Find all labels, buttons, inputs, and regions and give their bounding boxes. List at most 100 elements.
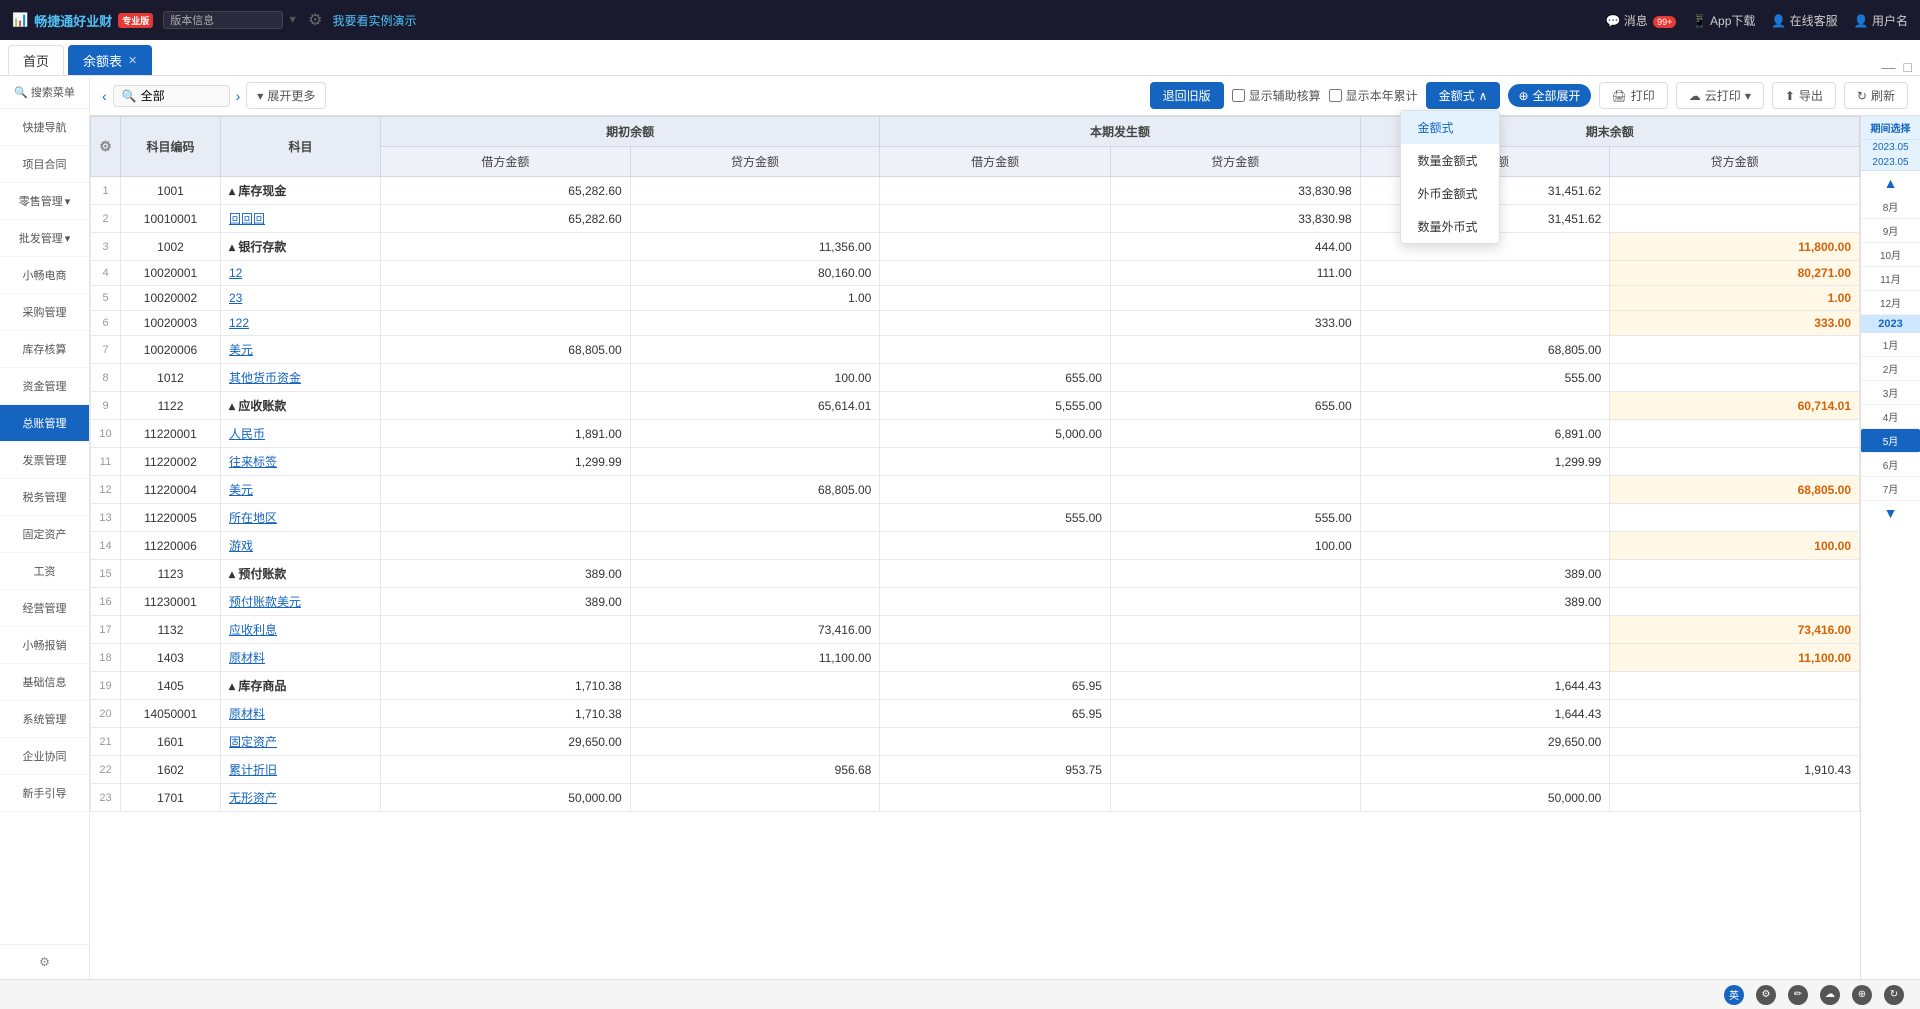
version-selector[interactable]: ▼	[163, 11, 298, 29]
tab-balance[interactable]: 余额表 ✕	[68, 45, 152, 75]
account-name-link[interactable]: 其他货币资金	[229, 371, 301, 385]
bottom-icon-4[interactable]: ☁	[1820, 985, 1840, 1005]
table-row[interactable]: 18 1403 原材料 11,100.00 11,100.00	[91, 644, 1860, 672]
sidebar-item-invoice[interactable]: 发票管理	[0, 442, 89, 479]
cell-name[interactable]: 应收利息	[221, 616, 381, 644]
table-row[interactable]: 12 11220004 美元 68,805.00 68,805.00	[91, 476, 1860, 504]
table-row[interactable]: 7 10020006 美元 68,805.00 68,805.00	[91, 336, 1860, 364]
cell-name[interactable]: 23	[221, 286, 381, 311]
return-old-btn[interactable]: 退回旧版	[1150, 82, 1224, 109]
account-name-link[interactable]: 122	[229, 316, 249, 330]
cell-name[interactable]: 累计折旧	[221, 756, 381, 784]
period-9[interactable]: 9月	[1861, 219, 1920, 243]
table-row[interactable]: 16 11230001 预付账款美元 389.00 389.00	[91, 588, 1860, 616]
cell-name[interactable]: 回回回	[221, 205, 381, 233]
period-3[interactable]: 3月	[1861, 381, 1920, 405]
period-5[interactable]: 5月	[1861, 429, 1920, 453]
format-btn[interactable]: 金额式 ∧	[1426, 82, 1501, 109]
table-row[interactable]: 9 1122 ▴ 应收账款 65,614.01 5,555.00 655.00 …	[91, 392, 1860, 420]
sidebar-item-salary[interactable]: 工资	[0, 553, 89, 590]
cell-name[interactable]: 所在地区	[221, 504, 381, 532]
account-name-link[interactable]: 人民币	[229, 427, 265, 441]
format-option-foreign-amount[interactable]: 外币金额式	[1401, 177, 1499, 210]
bottom-icon-2[interactable]: ⚙	[1756, 985, 1776, 1005]
expand-more-btn[interactable]: ▾ 展开更多	[246, 82, 326, 109]
cell-name[interactable]: 美元	[221, 476, 381, 504]
bottom-icon-1[interactable]: 英	[1724, 985, 1744, 1005]
cell-name[interactable]: 原材料	[221, 644, 381, 672]
account-name-link[interactable]: 所在地区	[229, 511, 277, 525]
cell-name[interactable]: ▴ 库存商品	[221, 672, 381, 700]
settings-gear-icon[interactable]: ⚙	[308, 10, 322, 30]
period-6[interactable]: 6月	[1861, 453, 1920, 477]
print-btn[interactable]: 🖨 打印	[1599, 82, 1668, 109]
period-8[interactable]: 8月	[1861, 195, 1920, 219]
cell-name[interactable]: 预付账款美元	[221, 588, 381, 616]
period-7[interactable]: 7月	[1861, 477, 1920, 501]
table-row[interactable]: 5 10020002 23 1.00 1.00	[91, 286, 1860, 311]
table-row[interactable]: 20 14050001 原材料 1,710.38 65.95 1,644.43	[91, 700, 1860, 728]
nav-right-icon[interactable]: ›	[236, 88, 241, 104]
account-name-link[interactable]: 往来标签	[229, 455, 277, 469]
account-name-link[interactable]: 回回回	[229, 212, 265, 226]
account-name-link[interactable]: 应收利息	[229, 623, 277, 637]
sidebar-settings[interactable]: ⚙	[0, 944, 89, 979]
show-annual-checkbox[interactable]: 显示本年累计	[1329, 87, 1418, 104]
sidebar-item-reports[interactable]: 小畅报销	[0, 627, 89, 664]
table-row[interactable]: 14 11220006 游戏 100.00 100.00	[91, 532, 1860, 560]
demo-link[interactable]: 我要看实例演示	[332, 12, 416, 29]
cell-name[interactable]: ▴ 银行存款	[221, 233, 381, 261]
sidebar-item-tax[interactable]: 税务管理	[0, 479, 89, 516]
format-option-amount[interactable]: 金额式	[1401, 111, 1499, 144]
cell-name[interactable]: ▴ 应收账款	[221, 392, 381, 420]
sidebar-search[interactable]: 🔍 搜索菜单	[0, 76, 89, 109]
period-11[interactable]: 11月	[1861, 267, 1920, 291]
table-row[interactable]: 6 10020003 122 333.00 333.00	[91, 311, 1860, 336]
bottom-icon-6[interactable]: ↻	[1884, 985, 1904, 1005]
table-row[interactable]: 10 11220001 人民币 1,891.00 5,000.00 6,891.…	[91, 420, 1860, 448]
cell-name[interactable]: 122	[221, 311, 381, 336]
cell-name[interactable]: 无形资产	[221, 784, 381, 812]
cell-name[interactable]: 12	[221, 261, 381, 286]
table-row[interactable]: 1 1001 ▴ 库存现金 65,282.60 33,830.98 31,451…	[91, 177, 1860, 205]
table-row[interactable]: 17 1132 应收利息 73,416.00 73,416.00	[91, 616, 1860, 644]
maximize-icon[interactable]: □	[1904, 59, 1912, 75]
sidebar-item-assets[interactable]: 固定资产	[0, 516, 89, 553]
period-12[interactable]: 12月	[1861, 291, 1920, 315]
sidebar-item-system[interactable]: 系统管理	[0, 701, 89, 738]
table-row[interactable]: 19 1405 ▴ 库存商品 1,710.38 65.95 1,644.43	[91, 672, 1860, 700]
cell-name[interactable]: 美元	[221, 336, 381, 364]
sidebar-item-operations[interactable]: 经营管理	[0, 590, 89, 627]
sidebar-item-retail[interactable]: 零售管理 ▾	[0, 183, 89, 220]
account-name-link[interactable]: 固定资产	[229, 735, 277, 749]
annual-checkbox-input[interactable]	[1329, 89, 1342, 102]
col-settings-icon[interactable]: ⚙	[99, 138, 112, 154]
format-option-qty-foreign[interactable]: 数量外币式	[1401, 210, 1499, 243]
sidebar-item-guide[interactable]: 新手引导	[0, 775, 89, 812]
search-input[interactable]	[141, 89, 221, 103]
table-row[interactable]: 11 11220002 往来标签 1,299.99 1,299.99	[91, 448, 1860, 476]
version-dropdown-icon[interactable]: ▼	[287, 14, 298, 26]
cell-name[interactable]: 游戏	[221, 532, 381, 560]
account-name-link[interactable]: 美元	[229, 343, 253, 357]
cell-name[interactable]: 往来标签	[221, 448, 381, 476]
th-settings[interactable]: ⚙	[91, 117, 121, 177]
cell-name[interactable]: 其他货币资金	[221, 364, 381, 392]
period-10[interactable]: 10月	[1861, 243, 1920, 267]
online-service-btn[interactable]: 👤 在线客服	[1771, 12, 1837, 29]
table-row[interactable]: 3 1002 ▴ 银行存款 11,356.00 444.00 11,800.00	[91, 233, 1860, 261]
account-name-link[interactable]: 原材料	[229, 707, 265, 721]
table-row[interactable]: 2 10010001 回回回 65,282.60 33,830.98 31,45…	[91, 205, 1860, 233]
sidebar-item-basic[interactable]: 基础信息	[0, 664, 89, 701]
sidebar-item-ledger[interactable]: 总账管理	[0, 405, 89, 442]
sidebar-item-capital[interactable]: 资金管理	[0, 368, 89, 405]
show-auxiliary-checkbox[interactable]: 显示辅助核算	[1232, 87, 1321, 104]
version-input[interactable]	[163, 11, 283, 29]
message-btn[interactable]: 💬 消息 99+	[1605, 12, 1676, 29]
sidebar-item-project[interactable]: 项目合同	[0, 146, 89, 183]
account-name-link[interactable]: 预付账款美元	[229, 595, 301, 609]
sidebar-item-wholesale[interactable]: 批发管理 ▾	[0, 220, 89, 257]
account-name-link[interactable]: 美元	[229, 483, 253, 497]
sidebar-item-quick-nav[interactable]: 快捷导航	[0, 109, 89, 146]
table-row[interactable]: 4 10020001 12 80,160.00 111.00 80,271.00	[91, 261, 1860, 286]
